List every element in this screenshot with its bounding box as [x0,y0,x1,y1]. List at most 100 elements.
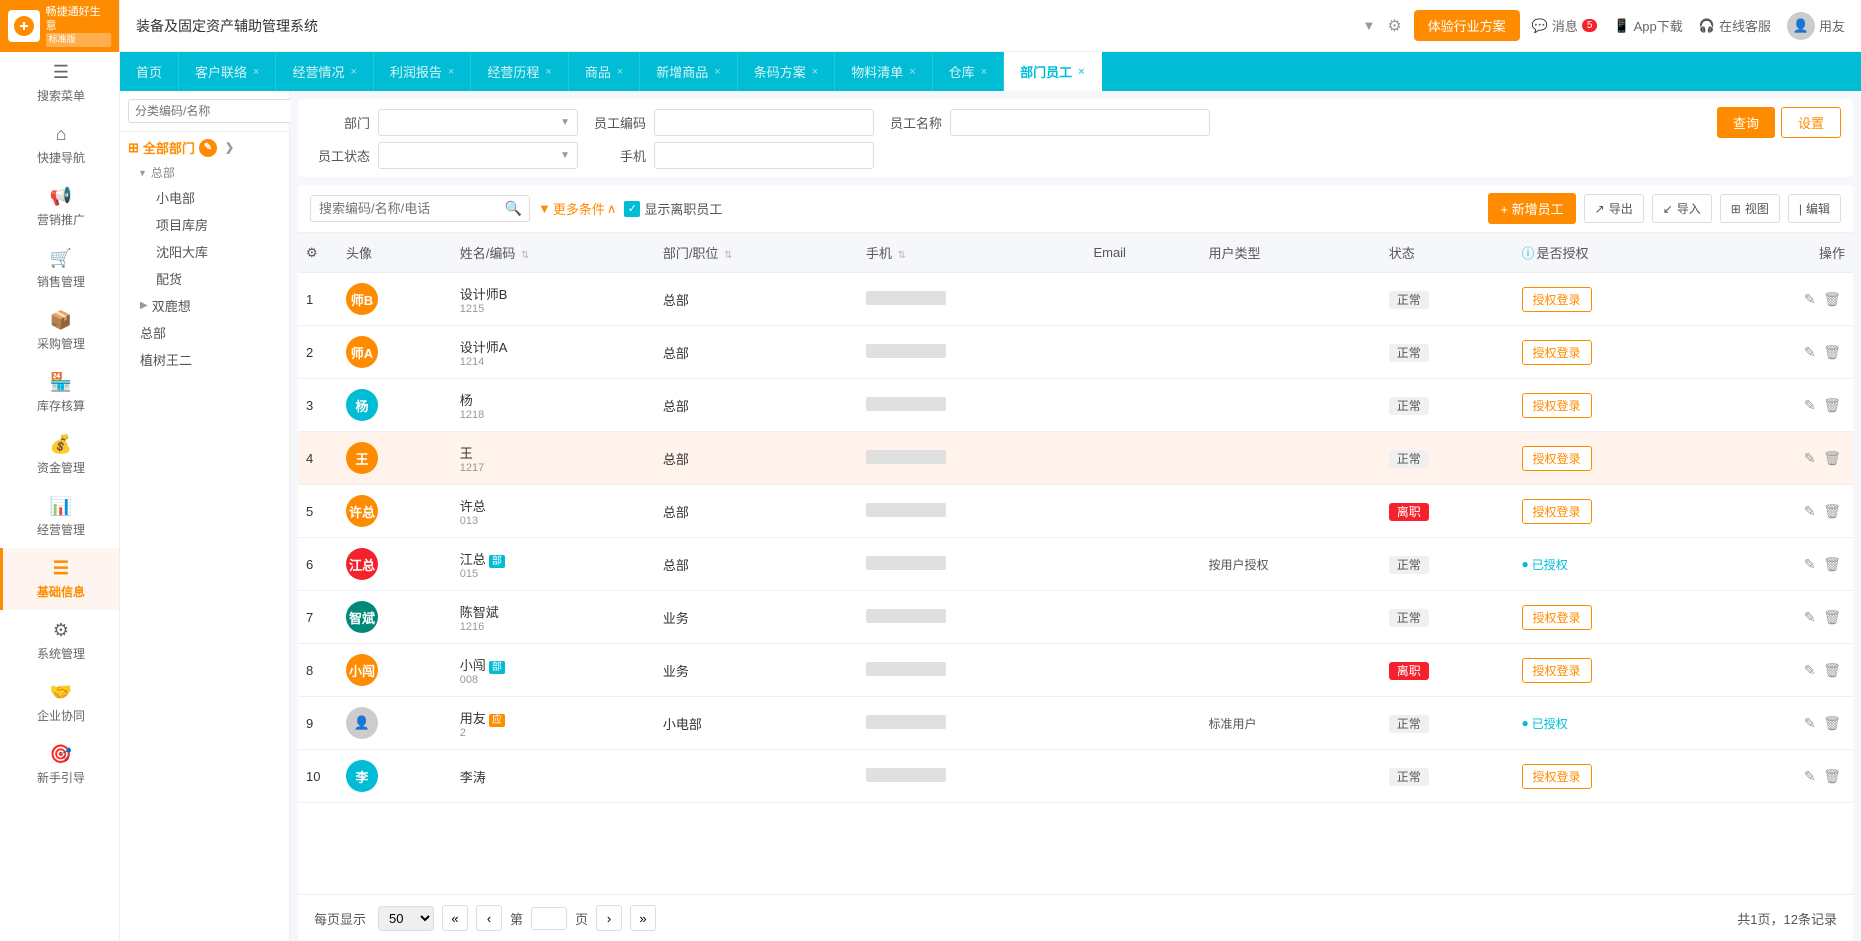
tab-profit-close[interactable]: × [448,66,454,78]
edit-employee-btn[interactable]: ✎ [1804,768,1816,784]
dept-node-shuanglu[interactable]: 双鹿想 [132,292,281,319]
online-service-action[interactable]: 🎧 在线客服 [1699,16,1771,35]
dept-node-shenyang[interactable]: 沈阳大库 [148,238,281,265]
employee-search-input[interactable] [310,195,530,222]
prev-page-btn[interactable]: ‹ [476,905,502,931]
col-settings[interactable]: ⚙ [298,233,338,273]
auth-login-btn[interactable]: 授权登录 [1522,499,1592,524]
tab-dept-employee[interactable]: 部门员工 × [1004,52,1101,91]
tab-add-goods-close[interactable]: × [714,66,720,78]
sidebar-item-operation[interactable]: 📊 经营管理 [0,486,119,548]
tab-bom-close[interactable]: × [909,66,915,78]
edit-employee-btn[interactable]: ✎ [1804,344,1816,360]
view-btn[interactable]: ⊞ 视图 [1720,194,1780,223]
tab-profit[interactable]: 利润报告 × [374,52,471,91]
delete-employee-btn[interactable]: 🗑 [1823,715,1841,731]
edit-employee-btn[interactable]: ✎ [1804,662,1816,678]
show-inactive-checkbox[interactable]: ✓ [624,201,640,217]
tab-warehouse-close[interactable]: × [981,66,987,78]
tab-dept-employee-close[interactable]: × [1078,66,1084,78]
dept-select[interactable] [378,109,578,136]
dept-node-project[interactable]: 项目库房 [148,211,281,238]
col-phone[interactable]: 手机 ⇅ [858,233,1086,273]
export-btn[interactable]: ↗ 导出 [1584,194,1644,223]
add-employee-btn[interactable]: + 新增员工 [1488,193,1575,224]
import-btn[interactable]: ↙ 导入 [1652,194,1712,223]
emp-name-input[interactable] [950,109,1210,136]
auth-login-btn[interactable]: 授权登录 [1522,764,1592,789]
auth-login-btn[interactable]: 授权登录 [1522,287,1592,312]
per-page-select[interactable]: 50 100 200 [378,906,434,931]
tab-bom[interactable]: 物料清单 × [835,52,932,91]
sidebar-item-purchase[interactable]: 📦 采购管理 [0,300,119,362]
tab-operation-status[interactable]: 经营情况 × [276,52,373,91]
tab-home[interactable]: 首页 [120,52,179,91]
query-btn[interactable]: 查询 [1717,107,1775,138]
set-btn[interactable]: 设置 [1781,107,1841,138]
tab-add-goods[interactable]: 新增商品 × [640,52,737,91]
delete-employee-btn[interactable]: 🗑 [1823,450,1841,466]
sidebar-item-marketing[interactable]: 📢 营销推广 [0,176,119,238]
tab-customer-close[interactable]: × [253,66,259,78]
delete-employee-btn[interactable]: 🗑 [1823,397,1841,413]
settings-gear-icon[interactable]: ⚙ [1387,16,1401,36]
dept-node-xiaodian[interactable]: 小电部 [148,184,281,211]
sidebar-item-search[interactable]: ☰ 搜索菜单 [0,52,119,114]
col-dept[interactable]: 部门/职位 ⇅ [655,233,858,273]
tab-operation-status-close[interactable]: × [350,66,356,78]
sidebar-item-collab[interactable]: 🤝 企业协同 [0,672,119,734]
tab-operation-history[interactable]: 经营历程 × [471,52,568,91]
edit-employee-btn[interactable]: ✎ [1804,503,1816,519]
dept-search-input[interactable] [128,99,297,123]
sidebar-item-finance[interactable]: 💰 资金管理 [0,424,119,486]
tab-barcode-close[interactable]: × [812,66,818,78]
sidebar-item-system[interactable]: ⚙ 系统管理 [0,610,119,672]
edit-employee-btn[interactable]: ✎ [1804,715,1816,731]
edit-employee-btn[interactable]: ✎ [1804,397,1816,413]
dept-arrow-right[interactable]: ❯ [225,141,234,154]
dept-node-zongbu[interactable]: 总部 [132,161,281,184]
message-action[interactable]: 💬 消息 5 [1532,16,1598,35]
delete-employee-btn[interactable]: 🗑 [1823,344,1841,360]
tab-barcode[interactable]: 条码方案 × [738,52,835,91]
tab-warehouse[interactable]: 仓库 × [933,52,1004,91]
try-industry-btn[interactable]: 体验行业方案 [1414,10,1520,41]
dept-node-zongbu2[interactable]: 总部 [132,319,281,346]
edit-employee-btn[interactable]: ✎ [1804,291,1816,307]
emp-code-input[interactable] [654,109,874,136]
auth-login-btn[interactable]: 授权登录 [1522,605,1592,630]
delete-employee-btn[interactable]: 🗑 [1823,609,1841,625]
delete-employee-btn[interactable]: 🗑 [1823,556,1841,572]
first-page-btn[interactable]: « [442,905,468,931]
edit-employee-btn[interactable]: ✎ [1804,450,1816,466]
dept-node-peihuo[interactable]: 配货 [148,265,281,292]
delete-employee-btn[interactable]: 🗑 [1823,503,1841,519]
delete-employee-btn[interactable]: 🗑 [1823,662,1841,678]
sidebar-item-guide[interactable]: 🎯 新手引导 [0,734,119,796]
dept-node-zhishu[interactable]: 植树王二 [132,346,281,373]
auth-login-btn[interactable]: 授权登录 [1522,446,1592,471]
user-action[interactable]: 👤 用友 [1787,12,1845,40]
delete-employee-btn[interactable]: 🗑 [1823,768,1841,784]
auth-login-btn[interactable]: 授权登录 [1522,658,1592,683]
auth-login-btn[interactable]: 授权登录 [1522,393,1592,418]
sidebar-item-shortcut[interactable]: ⌂ 快捷导航 [0,114,119,176]
edit-col-btn[interactable]: | 编辑 [1788,194,1841,223]
phone-input[interactable] [654,142,874,169]
auth-login-btn[interactable]: 授权登录 [1522,340,1592,365]
dept-collapse-btn[interactable]: ✎ [199,139,217,157]
sidebar-item-inventory[interactable]: 🏪 库存核算 [0,362,119,424]
last-page-btn[interactable]: » [630,905,656,931]
employee-search-icon[interactable]: 🔍 [505,200,522,217]
tab-goods-close[interactable]: × [617,66,623,78]
edit-employee-btn[interactable]: ✎ [1804,556,1816,572]
more-conditions-btn[interactable]: ▼ 更多条件 ∧ [538,199,616,218]
app-download-action[interactable]: 📱 App下载 [1613,16,1682,35]
sidebar-item-basic[interactable]: ☰ 基础信息 [0,548,119,610]
page-number-input[interactable]: 1 [531,907,567,930]
emp-status-select[interactable] [378,142,578,169]
tab-customer[interactable]: 客户联络 × [179,52,276,91]
edit-employee-btn[interactable]: ✎ [1804,609,1816,625]
delete-employee-btn[interactable]: 🗑 [1823,291,1841,307]
col-name[interactable]: 姓名/编码 ⇅ [452,233,655,273]
